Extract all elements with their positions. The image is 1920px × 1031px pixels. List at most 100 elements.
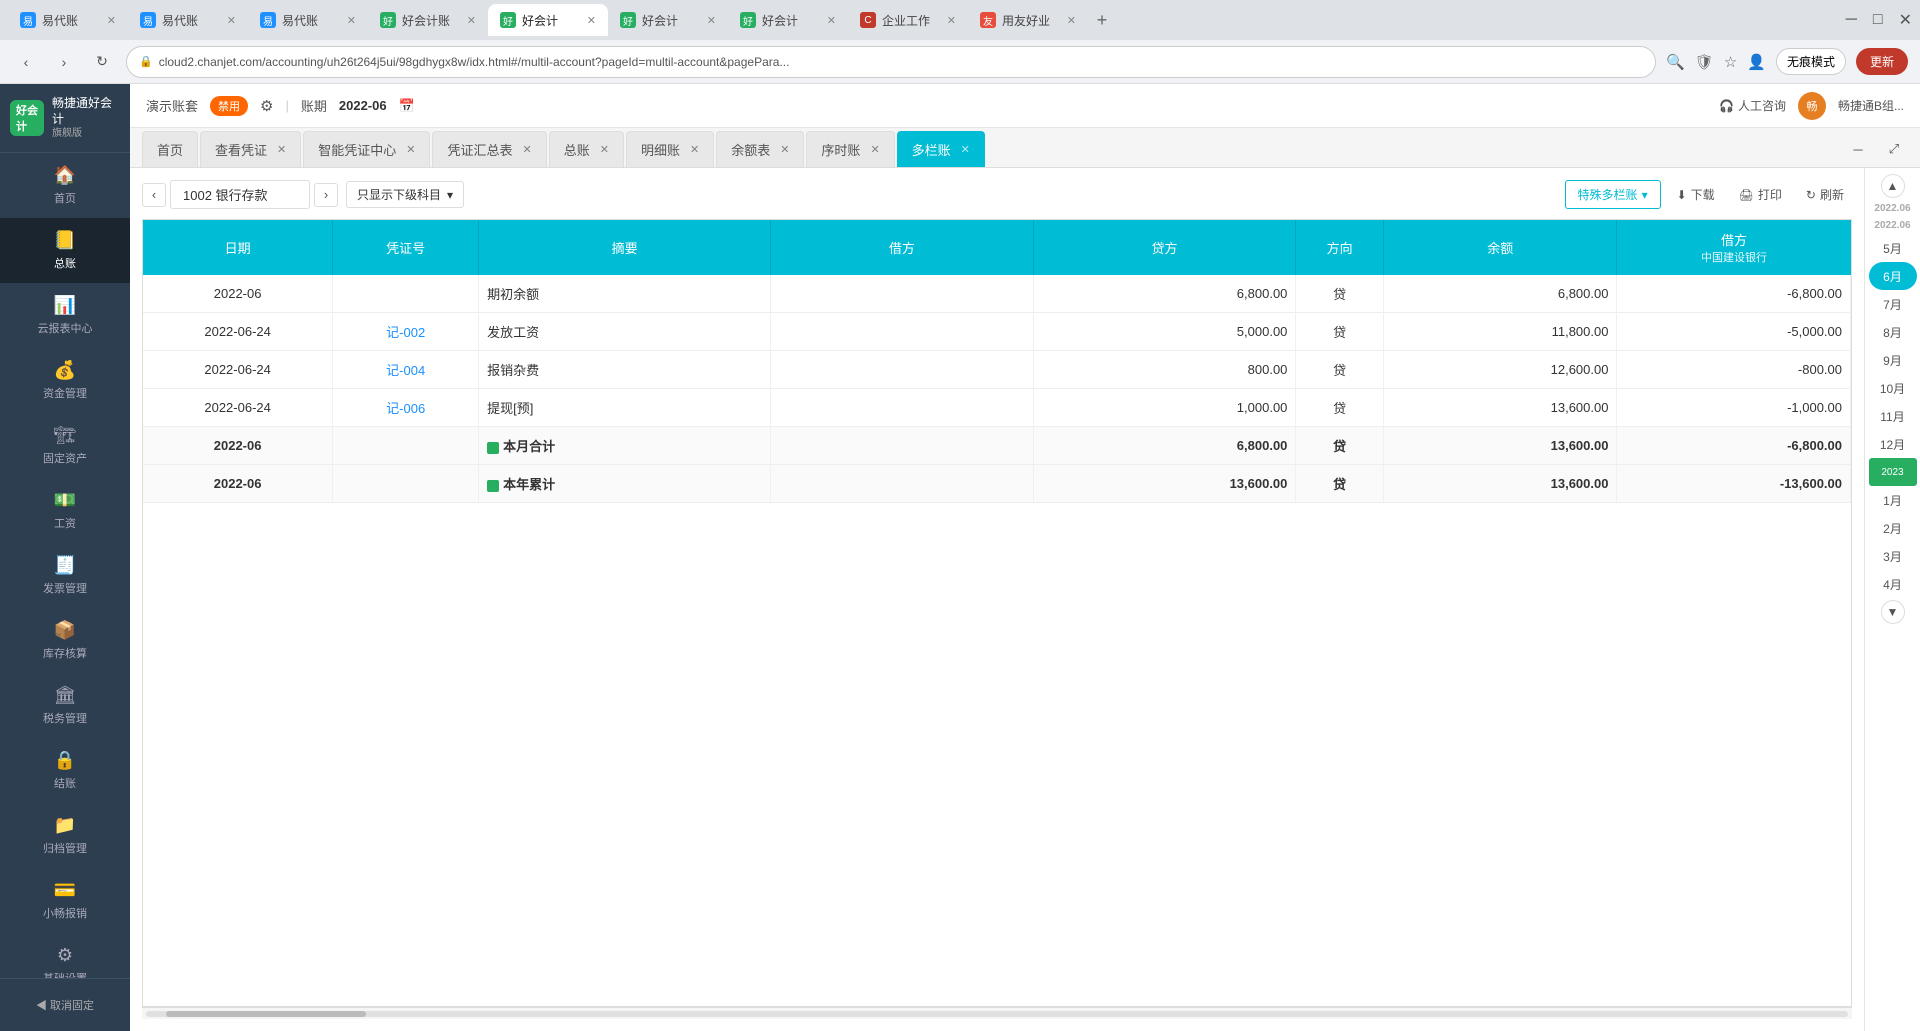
download-button[interactable]: ⬇ 下载 — [1669, 181, 1723, 208]
consult-button[interactable]: 🎧 人工咨询 — [1719, 97, 1786, 114]
sidebar-item-invoice[interactable]: 🧾 发票管理 — [0, 543, 130, 608]
shield-icon[interactable]: 🛡 — [1695, 53, 1714, 71]
scroll-thumb[interactable] — [166, 1011, 366, 1017]
voucher-link-3[interactable]: 记-006 — [386, 401, 425, 416]
calendar-month-aug[interactable]: 8月 — [1869, 318, 1917, 346]
calendar-month-dec[interactable]: 12月 — [1869, 430, 1917, 458]
calendar-month-jul[interactable]: 7月 — [1869, 290, 1917, 318]
tab-close-4[interactable]: ✕ — [467, 14, 476, 27]
calendar-month-nov[interactable]: 11月 — [1869, 402, 1917, 430]
browser-tab-2[interactable]: 易 易代账 ✕ — [128, 4, 248, 36]
sidebar-item-expense[interactable]: 💳 小畅报销 — [0, 868, 130, 933]
calendar-scroll-up[interactable]: ▲ — [1881, 174, 1905, 198]
sidebar-item-payroll[interactable]: 💵 工资 — [0, 478, 130, 543]
account-next-button[interactable]: › — [314, 183, 338, 207]
tab-expand-icon[interactable]: ⤢ — [1880, 135, 1908, 163]
maximize-button[interactable]: □ — [1873, 11, 1883, 29]
tab-voucher-view[interactable]: 查看凭证 ✕ — [200, 131, 301, 167]
tab-close-detail-ledger[interactable]: ✕ — [690, 143, 699, 156]
calendar-icon[interactable]: 📅 — [399, 98, 415, 114]
tab-home[interactable]: 首页 — [142, 131, 198, 167]
browser-tab-7[interactable]: 好 好会计 ✕ — [728, 4, 848, 36]
profile-icon[interactable]: 👤 — [1747, 53, 1766, 71]
tab-close-voucher-summary[interactable]: ✕ — [523, 143, 532, 156]
tab-voucher-summary[interactable]: 凭证汇总表 ✕ — [432, 131, 546, 167]
account-settings-icon[interactable]: ⚙ — [260, 97, 273, 115]
tab-balance[interactable]: 余额表 ✕ — [716, 131, 804, 167]
calendar-month-jun[interactable]: 6月 — [1869, 262, 1917, 290]
tab-close-balance[interactable]: ✕ — [780, 143, 789, 156]
sidebar-item-inventory[interactable]: 📦 库存核算 — [0, 608, 130, 673]
cell-voucher-3[interactable]: 记-006 — [333, 389, 479, 427]
tab-close-smart-voucher[interactable]: ✕ — [406, 143, 415, 156]
user-avatar[interactable]: 畅 — [1798, 92, 1826, 120]
horizontal-scrollbar[interactable] — [142, 1007, 1852, 1019]
calendar-scroll-down[interactable]: ▼ — [1881, 600, 1905, 624]
calendar-month-oct[interactable]: 10月 — [1869, 374, 1917, 402]
voucher-link-1[interactable]: 记-002 — [386, 325, 425, 340]
browser-tab-8[interactable]: C 企业工作 ✕ — [848, 4, 968, 36]
sub-account-filter[interactable]: 只显示下级科目 ▾ — [346, 181, 464, 208]
tab-close-9[interactable]: ✕ — [1067, 14, 1076, 27]
tab-close-1[interactable]: ✕ — [107, 14, 116, 27]
new-tab-button[interactable]: + — [1088, 6, 1116, 34]
sidebar-item-general-ledger[interactable]: 📒 总账 — [0, 218, 130, 283]
sidebar-item-closing[interactable]: 🔒 结账 — [0, 738, 130, 803]
tab-close-5[interactable]: ✕ — [587, 14, 596, 27]
sidebar-item-settings[interactable]: ⚙ 基础设置 — [0, 933, 130, 978]
tab-close-voucher-view[interactable]: ✕ — [277, 143, 286, 156]
demo-status-tag[interactable]: 禁用 — [210, 96, 248, 116]
calendar-month-sep[interactable]: 9月 — [1869, 346, 1917, 374]
url-bar[interactable]: 🔒 cloud2.chanjet.com/accounting/uh26t264… — [126, 46, 1656, 78]
tab-close-7[interactable]: ✕ — [827, 14, 836, 27]
tab-smart-voucher[interactable]: 智能凭证中心 ✕ — [303, 131, 430, 167]
tab-close-journal[interactable]: ✕ — [870, 143, 879, 156]
unpin-button[interactable]: ◀ 取消固定 — [0, 989, 130, 1021]
calendar-month-apr[interactable]: 4月 — [1869, 570, 1917, 598]
calendar-month-mar[interactable]: 3月 — [1869, 542, 1917, 570]
sidebar-item-capital[interactable]: 💰 资金管理 — [0, 348, 130, 413]
star-icon[interactable]: ☆ — [1724, 53, 1737, 71]
tab-close-8[interactable]: ✕ — [947, 14, 956, 27]
calendar-month-feb[interactable]: 2月 — [1869, 514, 1917, 542]
cell-voucher-1[interactable]: 记-002 — [333, 313, 479, 351]
col-credit: 贷方 — [1033, 220, 1296, 275]
tab-multi-col[interactable]: 多栏账 ✕ — [897, 131, 985, 167]
browser-tab-6[interactable]: 好 好会计 ✕ — [608, 4, 728, 36]
browser-tab-3[interactable]: 易 易代账 ✕ — [248, 4, 368, 36]
cell-voucher-2[interactable]: 记-004 — [333, 351, 479, 389]
tab-close-6[interactable]: ✕ — [707, 14, 716, 27]
browser-tab-9[interactable]: 友 用友好业 ✕ — [968, 4, 1088, 36]
update-button[interactable]: 更新 — [1856, 48, 1908, 75]
sidebar-item-reports[interactable]: 📊 云报表中心 — [0, 283, 130, 348]
refresh-nav-button[interactable]: ↻ — [88, 48, 116, 76]
sidebar-item-home[interactable]: 🏠 首页 — [0, 153, 130, 218]
browser-tab-4[interactable]: 好 好会计账 ✕ — [368, 4, 488, 36]
multi-col-button[interactable]: 特殊多栏账 ▾ — [1565, 180, 1661, 209]
tab-close-multi-col[interactable]: ✕ — [961, 143, 970, 156]
sidebar-item-archive[interactable]: 📁 归档管理 — [0, 803, 130, 868]
sidebar-item-fixed-assets[interactable]: 🏗 固定资产 — [0, 413, 130, 478]
calendar-month-may[interactable]: 5月 — [1869, 234, 1917, 262]
tab-close-3[interactable]: ✕ — [347, 14, 356, 27]
tab-minimize-icon[interactable]: ─ — [1844, 135, 1872, 163]
search-icon[interactable]: 🔍 — [1666, 53, 1685, 71]
print-button[interactable]: 🖨 打印 — [1731, 181, 1790, 208]
close-window-button[interactable]: ✕ — [1899, 10, 1912, 30]
refresh-button[interactable]: ↻ 刷新 — [1798, 181, 1852, 208]
tab-general-ledger[interactable]: 总账 ✕ — [549, 131, 624, 167]
stealth-mode-button[interactable]: 无痕模式 — [1776, 48, 1846, 75]
minimize-button[interactable]: ─ — [1846, 11, 1857, 29]
tab-close-2[interactable]: ✕ — [227, 14, 236, 27]
tab-journal[interactable]: 序时账 ✕ — [806, 131, 894, 167]
tab-detail-ledger[interactable]: 明细账 ✕ — [626, 131, 714, 167]
forward-button[interactable]: › — [50, 48, 78, 76]
calendar-month-jan[interactable]: 1月 — [1869, 486, 1917, 514]
voucher-link-2[interactable]: 记-004 — [386, 363, 425, 378]
back-button[interactable]: ‹ — [12, 48, 40, 76]
sidebar-item-tax[interactable]: 🏛 税务管理 — [0, 673, 130, 738]
account-prev-button[interactable]: ‹ — [142, 183, 166, 207]
tab-close-general-ledger[interactable]: ✕ — [600, 143, 609, 156]
browser-tab-1[interactable]: 易 易代账 ✕ — [8, 4, 128, 36]
browser-tab-5[interactable]: 好 好会计 ✕ — [488, 4, 608, 36]
